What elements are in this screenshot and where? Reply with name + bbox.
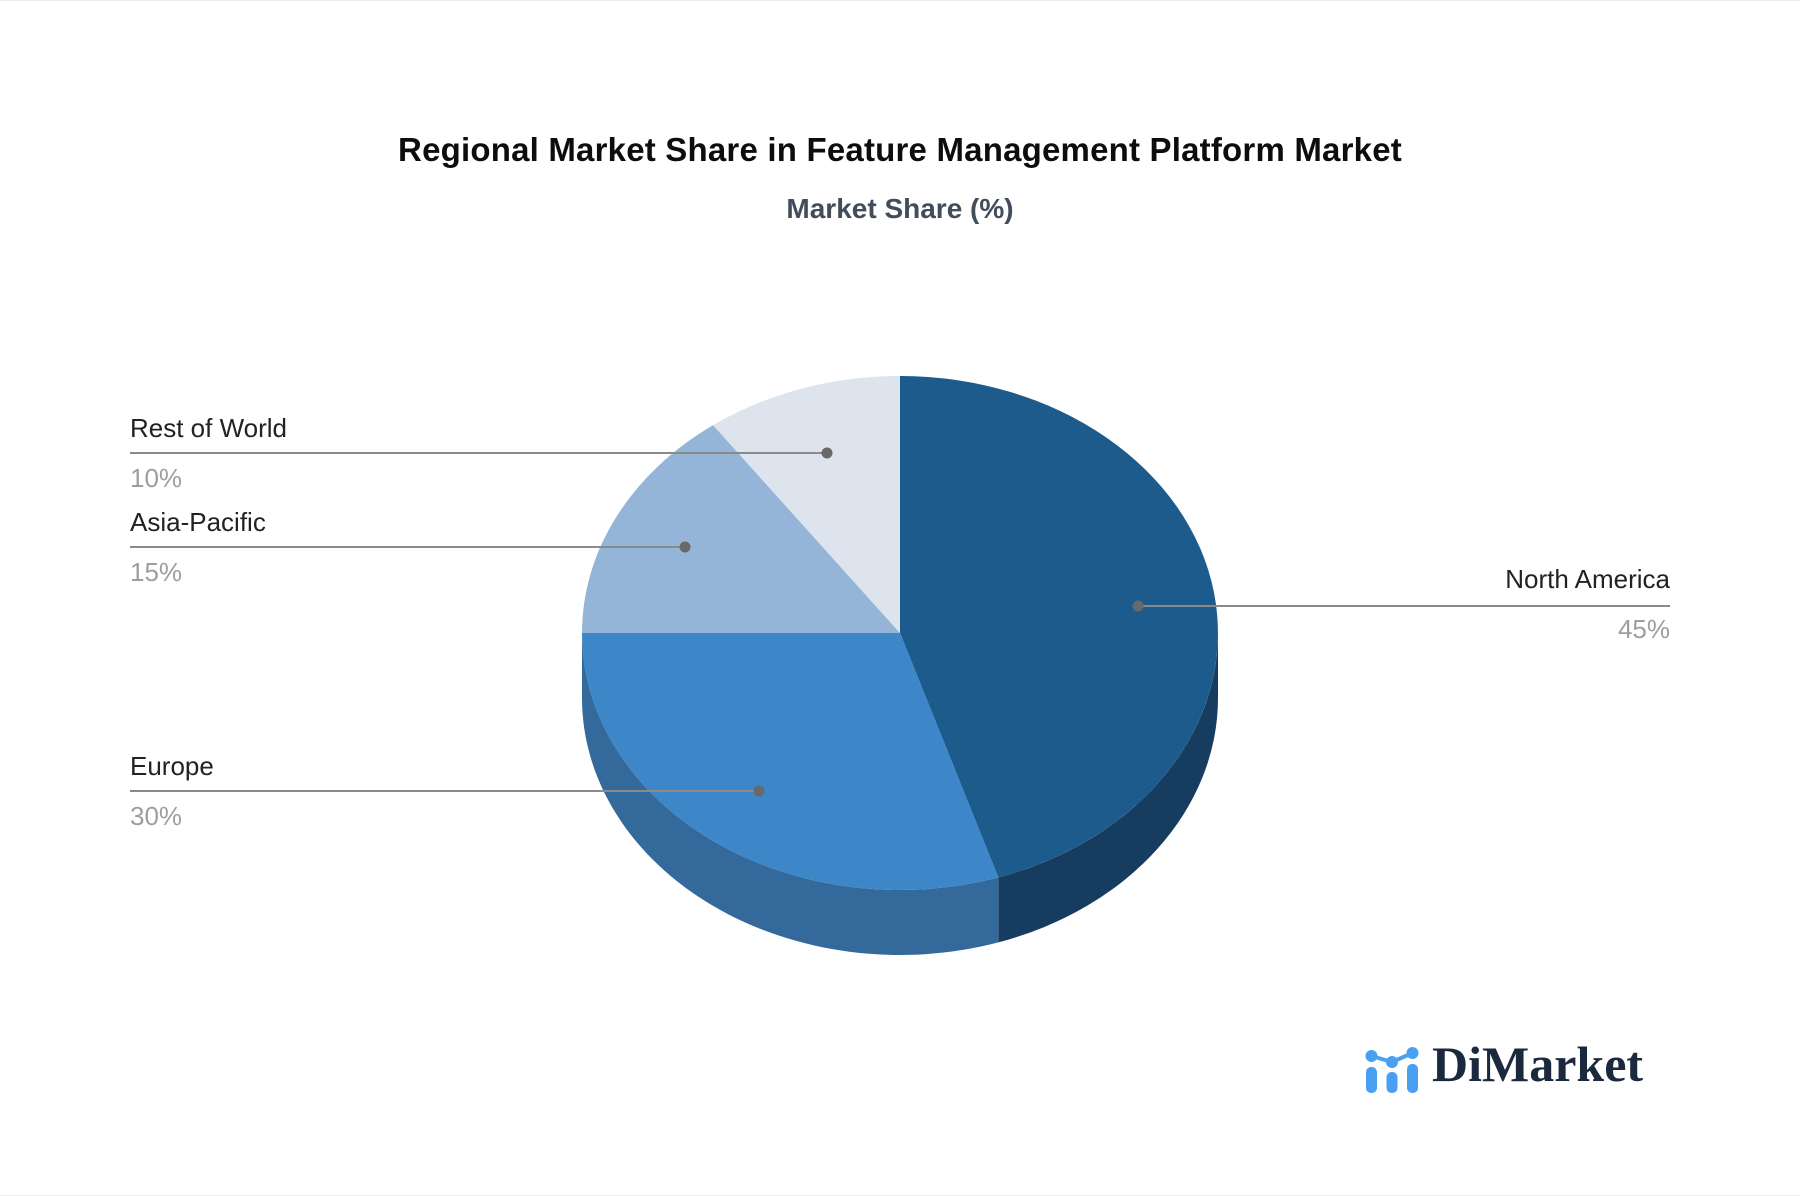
- callout-label-europe: Europe: [130, 751, 214, 781]
- leader-dot-europe: [753, 785, 765, 797]
- brand-name: DiMarket: [1432, 1036, 1644, 1092]
- leader-dot-north-america: [1132, 600, 1144, 612]
- brand-logo: DiMarket: [1362, 1037, 1643, 1095]
- callout-value-rest-of-world: 10%: [130, 463, 183, 493]
- callout-value-north-america: 45%: [1617, 614, 1670, 644]
- pie-chart: [130, 376, 1670, 955]
- callout-value-asia-pacific: 15%: [130, 557, 183, 587]
- callout-label-north-america: North America: [1505, 564, 1670, 594]
- callout-label-rest-of-world: Rest of World: [130, 413, 288, 443]
- callout-label-asia-pacific: Asia-Pacific: [130, 507, 266, 537]
- chart-canvas: Regional Market Share in Feature Managem…: [0, 0, 1800, 1196]
- leader-dot-asia-pacific: [679, 541, 691, 553]
- leader-dot-rest-of-world: [821, 447, 833, 459]
- callout-value-europe: 30%: [130, 801, 183, 831]
- bar-line-chart-icon: [1365, 1047, 1419, 1093]
